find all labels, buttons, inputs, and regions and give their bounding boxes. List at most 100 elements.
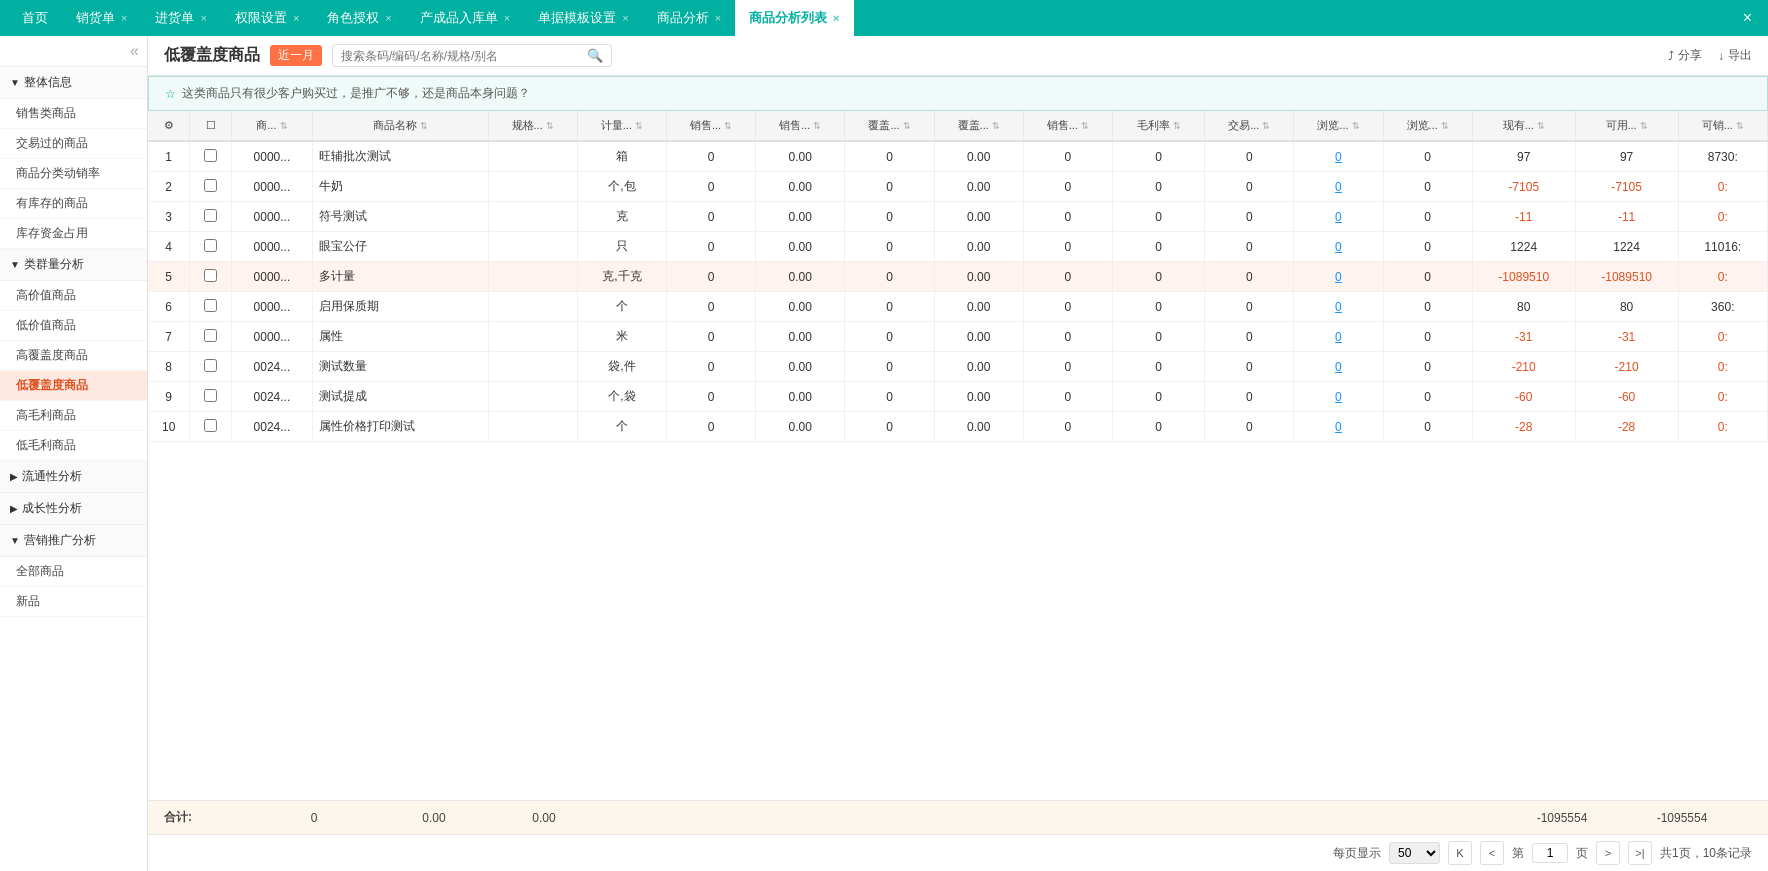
- cell-browse1[interactable]: 0: [1294, 412, 1383, 442]
- cell-browse1[interactable]: 0: [1294, 322, 1383, 352]
- info-banner: ☆ 这类商品只有很少客户购买过，是推广不够，还是商品本身问题？: [148, 76, 1768, 111]
- sidebar-item-low-value[interactable]: 低价值商品: [0, 311, 147, 341]
- th-gross-rate[interactable]: 毛利率 ⇅: [1113, 111, 1205, 141]
- cell-browse1[interactable]: 0: [1294, 382, 1383, 412]
- th-trade[interactable]: 交易... ⇅: [1205, 111, 1294, 141]
- nav-permission-setting[interactable]: 权限设置 ×: [221, 0, 313, 36]
- sidebar-collapse-button[interactable]: «: [0, 36, 147, 67]
- th-available[interactable]: 可用... ⇅: [1575, 111, 1678, 141]
- th-name[interactable]: 商品名称 ⇅: [312, 111, 488, 141]
- sidebar-item-high-coverage[interactable]: 高覆盖度商品: [0, 341, 147, 371]
- sidebar-item-category-turnover[interactable]: 商品分类动销率: [0, 159, 147, 189]
- th-cover2[interactable]: 覆盖... ⇅: [934, 111, 1023, 141]
- table-row: 7 0000... 属性 米 0 0.00 0 0.00 0 0 0 0 0 -…: [148, 322, 1768, 352]
- cell-checkbox[interactable]: [190, 232, 232, 262]
- th-cover1[interactable]: 覆盖... ⇅: [845, 111, 934, 141]
- close-icon[interactable]: ×: [121, 0, 127, 36]
- th-spec[interactable]: 规格... ⇅: [488, 111, 577, 141]
- cell-browse1[interactable]: 0: [1294, 352, 1383, 382]
- close-icon[interactable]: ×: [622, 0, 628, 36]
- per-page-select[interactable]: 50 10 20 100: [1389, 842, 1440, 864]
- cell-checkbox[interactable]: [190, 141, 232, 172]
- cell-trade: 0: [1205, 262, 1294, 292]
- cell-checkbox[interactable]: [190, 262, 232, 292]
- th-checkbox[interactable]: ☐: [190, 111, 232, 141]
- cell-checkbox[interactable]: [190, 172, 232, 202]
- cell-browse1[interactable]: 0: [1294, 141, 1383, 172]
- sidebar-section-whole-info[interactable]: ▼ 整体信息: [0, 67, 147, 99]
- close-icon[interactable]: ×: [200, 0, 206, 36]
- cell-browse2: 0: [1383, 172, 1472, 202]
- sidebar-item-traded-products[interactable]: 交易过的商品: [0, 129, 147, 159]
- nav-product-inbound[interactable]: 产成品入库单 ×: [406, 0, 524, 36]
- next-page-button[interactable]: >: [1596, 841, 1620, 865]
- close-icon[interactable]: ×: [833, 0, 839, 36]
- sidebar-section-flow-analysis[interactable]: ▶ 流通性分析: [0, 461, 147, 493]
- th-saleable[interactable]: 可销... ⇅: [1678, 111, 1767, 141]
- sidebar-section-marketing-analysis[interactable]: ▼ 营销推广分析: [0, 525, 147, 557]
- cell-available: 97: [1575, 141, 1678, 172]
- data-table: ⚙ ☐ 商... ⇅ 商品名称 ⇅ 规格... ⇅ 计量... ⇅ 销售... …: [148, 111, 1768, 442]
- cell-checkbox[interactable]: [190, 292, 232, 322]
- cell-browse1[interactable]: 0: [1294, 202, 1383, 232]
- th-setting[interactable]: ⚙: [148, 111, 190, 141]
- close-icon[interactable]: ×: [715, 0, 721, 36]
- sidebar-item-stocked-products[interactable]: 有库存的商品: [0, 189, 147, 219]
- sidebar-item-low-coverage[interactable]: 低覆盖度商品: [0, 371, 147, 401]
- cell-browse2: 0: [1383, 412, 1472, 442]
- cell-browse1[interactable]: 0: [1294, 172, 1383, 202]
- sidebar-item-low-margin[interactable]: 低毛利商品: [0, 431, 147, 461]
- cell-checkbox[interactable]: [190, 322, 232, 352]
- sidebar-item-high-value[interactable]: 高价值商品: [0, 281, 147, 311]
- prev-page-button[interactable]: <: [1480, 841, 1504, 865]
- nav-product-analysis[interactable]: 商品分析 ×: [643, 0, 735, 36]
- close-icon[interactable]: ×: [293, 0, 299, 36]
- nav-sales-order[interactable]: 销货单 ×: [62, 0, 141, 36]
- cell-current-stock: -60: [1472, 382, 1575, 412]
- window-close-button[interactable]: ×: [1735, 9, 1760, 27]
- th-sales-qty[interactable]: 销售... ⇅: [666, 111, 755, 141]
- export-button[interactable]: ↓ 导出: [1718, 47, 1752, 64]
- th-sales-amt[interactable]: 销售... ⇅: [756, 111, 845, 141]
- sidebar-item-stock-capital[interactable]: 库存资金占用: [0, 219, 147, 249]
- cell-browse1[interactable]: 0: [1294, 262, 1383, 292]
- table-row: 1 0000... 旺辅批次测试 箱 0 0.00 0 0.00 0 0 0 0…: [148, 141, 1768, 172]
- share-button[interactable]: ⤴ 分享: [1668, 47, 1702, 64]
- last-page-button[interactable]: >|: [1628, 841, 1652, 865]
- nav-role-auth[interactable]: 角色授权 ×: [313, 0, 405, 36]
- sidebar-item-sales-products[interactable]: 销售类商品: [0, 99, 147, 129]
- cell-browse1[interactable]: 0: [1294, 232, 1383, 262]
- cell-num: 5: [148, 262, 190, 292]
- nav-product-analysis-list[interactable]: 商品分析列表 ×: [735, 0, 853, 36]
- cell-checkbox[interactable]: [190, 382, 232, 412]
- th-current-stock[interactable]: 现有... ⇅: [1472, 111, 1575, 141]
- nav-template-setting[interactable]: 单据模板设置 ×: [524, 0, 642, 36]
- cell-trade: 0: [1205, 352, 1294, 382]
- sidebar-section-growth-analysis[interactable]: ▶ 成长性分析: [0, 493, 147, 525]
- th-unit[interactable]: 计量... ⇅: [577, 111, 666, 141]
- close-icon[interactable]: ×: [385, 0, 391, 36]
- cell-browse1[interactable]: 0: [1294, 292, 1383, 322]
- first-page-button[interactable]: K: [1448, 841, 1472, 865]
- cell-checkbox[interactable]: [190, 202, 232, 232]
- sidebar-section-category-analysis[interactable]: ▼ 类群量分析: [0, 249, 147, 281]
- th-code[interactable]: 商... ⇅: [232, 111, 312, 141]
- cell-checkbox[interactable]: [190, 412, 232, 442]
- nav-purchase-order[interactable]: 进货单 ×: [141, 0, 220, 36]
- nav-home[interactable]: 首页: [8, 0, 62, 36]
- th-browse1[interactable]: 浏览... ⇅: [1294, 111, 1383, 141]
- cell-sales3: 0: [1023, 262, 1112, 292]
- sidebar-item-high-margin[interactable]: 高毛利商品: [0, 401, 147, 431]
- time-tag-button[interactable]: 近一月: [270, 45, 322, 66]
- cell-sales-qty: 0: [666, 232, 755, 262]
- th-sales3[interactable]: 销售... ⇅: [1023, 111, 1112, 141]
- sidebar-item-all-products[interactable]: 全部商品: [0, 557, 147, 587]
- close-icon[interactable]: ×: [504, 0, 510, 36]
- sidebar-item-new-products[interactable]: 新品: [0, 587, 147, 617]
- th-browse2[interactable]: 浏览... ⇅: [1383, 111, 1472, 141]
- search-input[interactable]: [341, 49, 583, 63]
- page-number-input[interactable]: [1532, 843, 1568, 863]
- cell-num: 6: [148, 292, 190, 322]
- data-table-container[interactable]: ⚙ ☐ 商... ⇅ 商品名称 ⇅ 规格... ⇅ 计量... ⇅ 销售... …: [148, 111, 1768, 800]
- cell-checkbox[interactable]: [190, 352, 232, 382]
